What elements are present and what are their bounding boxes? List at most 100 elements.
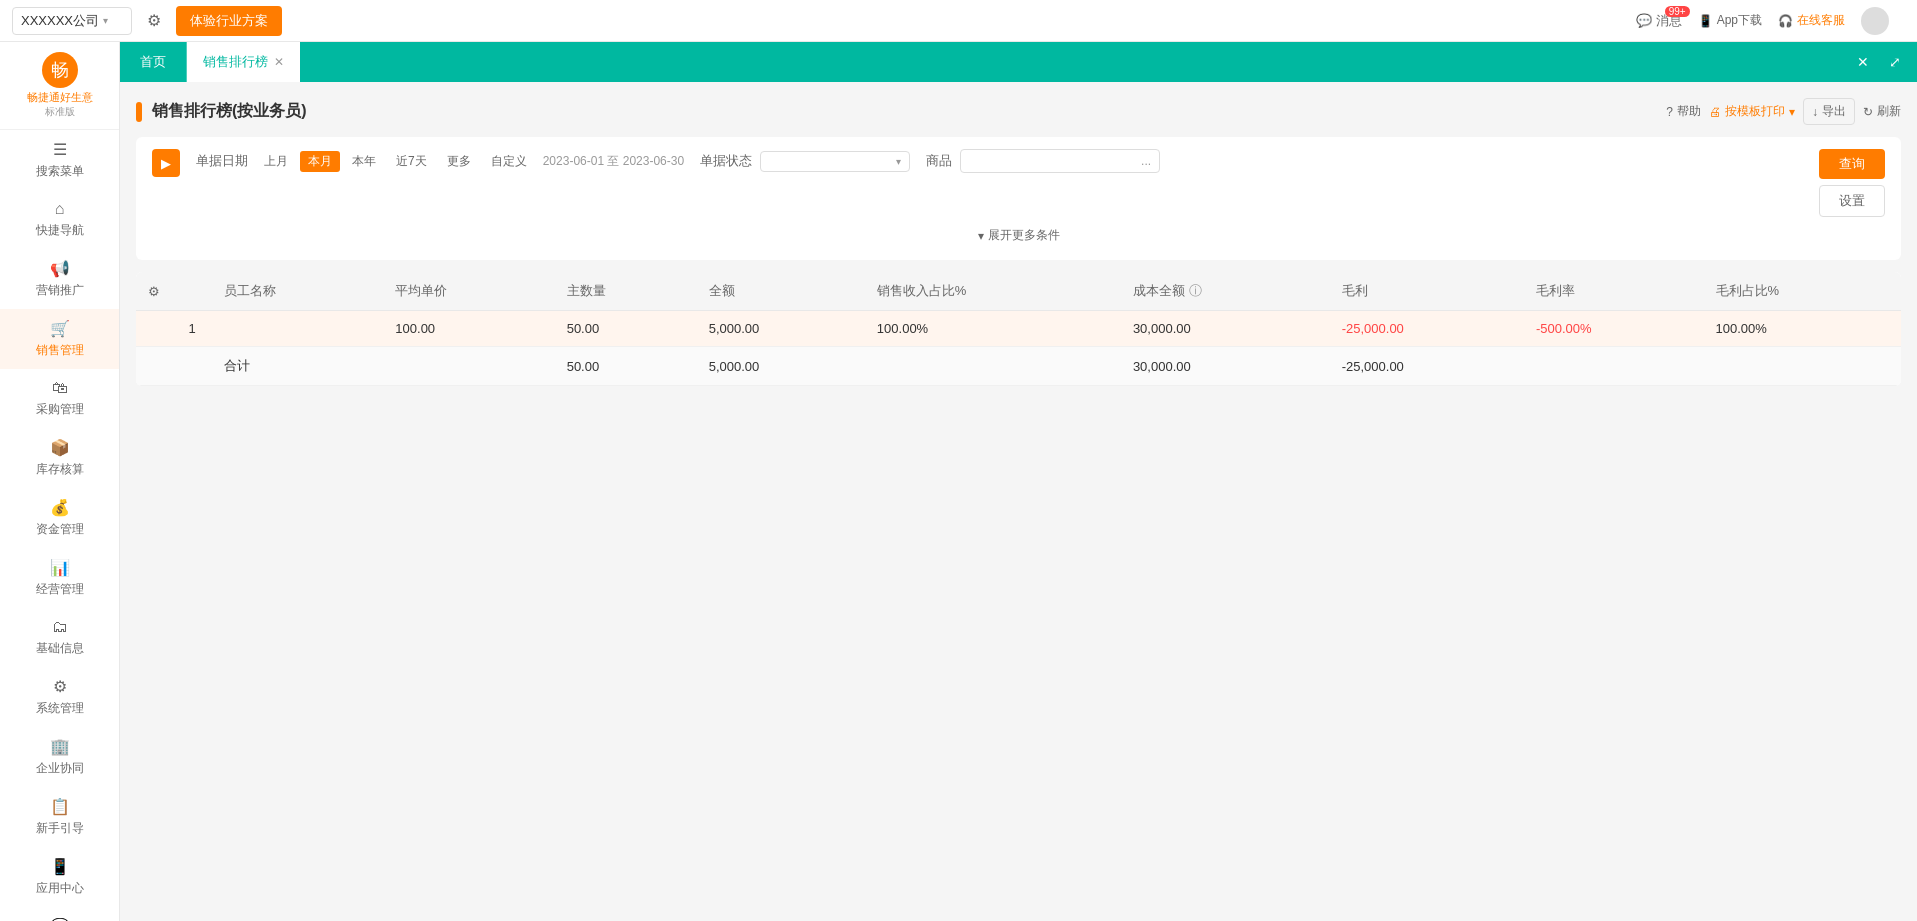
message-btn[interactable]: 💬 消息 99+ bbox=[1636, 12, 1682, 30]
print-chevron-icon: ▾ bbox=[1789, 105, 1795, 119]
sidebar-item-inventory[interactable]: 📦 库存核算 bbox=[0, 428, 119, 488]
headset-icon: 🎧 bbox=[1778, 14, 1793, 28]
sidebar-item-purchase[interactable]: 🛍 采购管理 bbox=[0, 369, 119, 428]
refresh-btn[interactable]: ↻ 刷新 bbox=[1863, 103, 1901, 120]
date-tab-this-month[interactable]: 本月 bbox=[300, 151, 340, 172]
date-tab-custom[interactable]: 自定义 bbox=[483, 151, 535, 172]
phone-icon: 📱 bbox=[1698, 14, 1713, 28]
filter-expand-icon[interactable]: ▶ bbox=[152, 149, 180, 177]
sidebar-item-guide[interactable]: 📋 新手引导 bbox=[0, 787, 119, 847]
date-tab-7days[interactable]: 近7天 bbox=[388, 151, 435, 172]
footer-label-cell: 合计 bbox=[212, 347, 383, 386]
logo-version: 标准版 bbox=[45, 105, 75, 119]
footer-rank-cell bbox=[172, 347, 212, 386]
help-btn[interactable]: ? 帮助 bbox=[1666, 103, 1701, 120]
sidebar-item-finance[interactable]: 💰 资金管理 bbox=[0, 488, 119, 548]
table-row: 1 100.00 50.00 5,000.00 100.00% 30,000.0… bbox=[136, 311, 1901, 347]
col-rank bbox=[172, 272, 212, 311]
table-footer-row: 合计 50.00 5,000.00 30,000.00 -25,000.00 bbox=[136, 347, 1901, 386]
filter-status-item: 单据状态 ▾ bbox=[700, 151, 910, 172]
sidebar-label-guide: 新手引导 bbox=[36, 820, 84, 837]
filter-queries: 单据日期 上月 本月 本年 近7天 更多 自定义 2023-06-01 至 20… bbox=[196, 149, 1803, 173]
title-accent bbox=[136, 102, 142, 122]
help-icon: ? bbox=[1666, 105, 1673, 119]
date-tab-this-year[interactable]: 本年 bbox=[344, 151, 384, 172]
sales-icon: 🛒 bbox=[50, 319, 70, 338]
expand-label: 展开更多条件 bbox=[988, 227, 1060, 244]
col-gross: 毛利 bbox=[1330, 272, 1524, 311]
footer-main-qty-cell: 50.00 bbox=[555, 347, 697, 386]
export-btn[interactable]: ↓ 导出 bbox=[1803, 98, 1855, 125]
sidebar-item-sales[interactable]: 🛒 销售管理 bbox=[0, 309, 119, 369]
table-settings-icon[interactable]: ⚙ bbox=[148, 284, 160, 299]
footer-gross-rate-cell bbox=[1524, 347, 1704, 386]
sidebar-item-app-center[interactable]: 📱 应用中心 bbox=[0, 847, 119, 907]
page-actions: ? 帮助 🖨 按模板打印 ▾ ↓ 导出 ↻ 刷新 bbox=[1666, 98, 1901, 125]
footer-avg-price-cell bbox=[383, 347, 554, 386]
topbar-settings-icon[interactable]: ⚙ bbox=[140, 7, 168, 35]
sidebar-item-search-menu[interactable]: ☰ 搜索菜单 bbox=[0, 130, 119, 190]
print-btn[interactable]: 🖨 按模板打印 ▾ bbox=[1709, 103, 1795, 120]
date-tab-more[interactable]: 更多 bbox=[439, 151, 479, 172]
table-container: ⚙ 员工名称 平均单价 主数量 全额 销售收入占比% 成本全额 ⓘ 毛利 毛利率… bbox=[136, 272, 1901, 386]
app-download-btn[interactable]: 📱 App下载 bbox=[1698, 12, 1762, 29]
row-gross-rate-cell: -500.00% bbox=[1524, 311, 1704, 347]
main-layout: 畅 畅捷通好生意 标准版 ☰ 搜索菜单 ⌂ 快捷导航 📢 营销推广 🛒 销售管理… bbox=[0, 42, 1917, 921]
date-tab-last-month[interactable]: 上月 bbox=[256, 151, 296, 172]
goods-label: 商品 bbox=[926, 152, 952, 170]
sidebar-item-quick-nav[interactable]: ⌂ 快捷导航 bbox=[0, 190, 119, 249]
tab-sales-ranking[interactable]: 销售排行榜 ✕ bbox=[187, 42, 300, 82]
filter-area: ▶ 单据日期 上月 本月 本年 近7天 更多 bbox=[136, 137, 1901, 260]
help-label: 帮助 bbox=[1677, 103, 1701, 120]
sidebar-item-enterprise[interactable]: 🏢 企业协同 bbox=[0, 727, 119, 787]
query-btn[interactable]: 查询 bbox=[1819, 149, 1885, 179]
row-avg-price-cell: 100.00 bbox=[383, 311, 554, 347]
sidebar-item-system[interactable]: ⚙ 系统管理 bbox=[0, 667, 119, 727]
sidebar-label-marketing: 营销推广 bbox=[36, 282, 84, 299]
footer-amount-cell: 5,000.00 bbox=[697, 347, 865, 386]
tab-home[interactable]: 首页 bbox=[120, 42, 187, 82]
sidebar-item-operations[interactable]: 📊 经营管理 bbox=[0, 548, 119, 608]
tab-close-icon[interactable]: ✕ bbox=[274, 55, 284, 69]
status-select[interactable]: ▾ bbox=[760, 151, 910, 172]
app-download-label: App下载 bbox=[1717, 12, 1762, 29]
col-sales-pct: 销售收入占比% bbox=[865, 272, 1121, 311]
expand-icon: ▾ bbox=[978, 229, 984, 243]
company-selector[interactable]: XXXXXX公司 ▾ bbox=[12, 7, 132, 35]
online-service-btn[interactable]: 🎧 在线客服 bbox=[1778, 12, 1845, 29]
settings-small-btn[interactable]: 设置 bbox=[1819, 185, 1885, 217]
company-chevron-icon: ▾ bbox=[103, 15, 108, 26]
row-sales-pct-cell: 100.00% bbox=[865, 311, 1121, 347]
expand-more-btn[interactable]: ▾ 展开更多条件 bbox=[978, 227, 1060, 244]
sidebar-label-enterprise: 企业协同 bbox=[36, 760, 84, 777]
sidebar-label-inventory: 库存核算 bbox=[36, 461, 84, 478]
wechat-icon: 💬 bbox=[50, 917, 70, 921]
export-label: 导出 bbox=[1822, 103, 1846, 120]
sidebar-item-marketing[interactable]: 📢 营销推广 bbox=[0, 249, 119, 309]
sidebar-item-basic-info[interactable]: 🗂 基础信息 bbox=[0, 608, 119, 667]
sidebar-label-finance: 资金管理 bbox=[36, 521, 84, 538]
status-chevron-icon: ▾ bbox=[896, 156, 901, 167]
topbar-right: 💬 消息 99+ 📱 App下载 🎧 在线客服 bbox=[1636, 7, 1905, 35]
sidebar-label-app-center: 应用中心 bbox=[36, 880, 84, 897]
sidebar-item-wechat[interactable]: 💬 企业微信 bbox=[0, 907, 119, 921]
page-title: 销售排行榜(按业务员) bbox=[152, 101, 307, 122]
col-avg-price: 平均单价 bbox=[383, 272, 554, 311]
tab-maximize-icon[interactable]: ⤢ bbox=[1883, 50, 1907, 74]
row-settings-cell bbox=[136, 311, 172, 347]
print-label: 按模板打印 bbox=[1725, 103, 1785, 120]
operations-icon: 📊 bbox=[50, 558, 70, 577]
col-cost: 成本全额 ⓘ bbox=[1121, 272, 1330, 311]
footer-settings-cell bbox=[136, 347, 172, 386]
col-settings[interactable]: ⚙ bbox=[136, 272, 172, 311]
sidebar-label-sales: 销售管理 bbox=[36, 342, 84, 359]
footer-gross-pct-cell bbox=[1704, 347, 1901, 386]
tab-minimize-icon[interactable]: ✕ bbox=[1851, 50, 1875, 74]
goods-select[interactable]: ... bbox=[960, 149, 1160, 173]
print-icon: 🖨 bbox=[1709, 105, 1721, 119]
company-name: XXXXXX公司 bbox=[21, 12, 99, 30]
footer-sales-pct-cell bbox=[865, 347, 1121, 386]
trial-btn[interactable]: 体验行业方案 bbox=[176, 6, 282, 36]
avatar[interactable] bbox=[1861, 7, 1889, 35]
expand-more-row: ▾ 展开更多条件 bbox=[152, 217, 1885, 248]
